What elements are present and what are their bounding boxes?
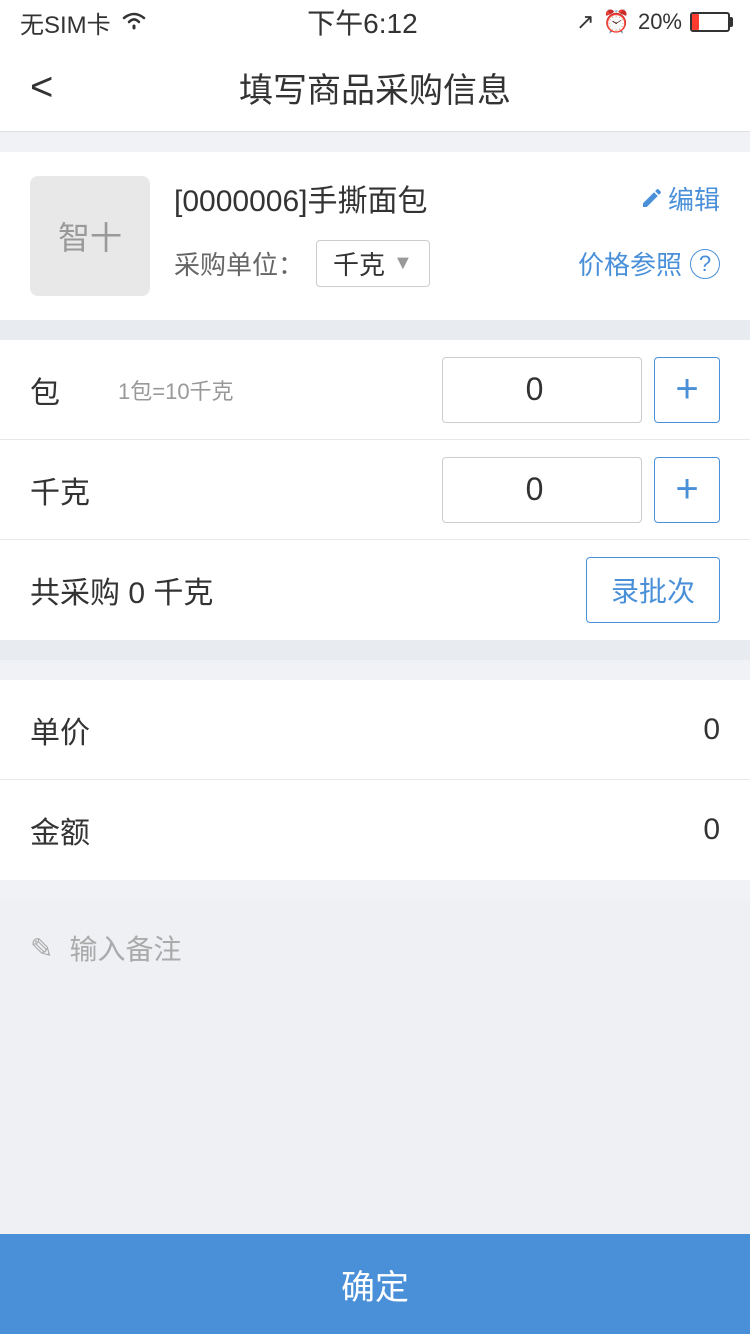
bag-sublabel: 1包=10千克 [118,374,234,406]
unit-price-label: 单价 [30,708,90,752]
summary-row: 共采购 0 千克 录批次 [0,540,750,640]
wifi-icon [119,8,149,37]
bag-input-row: 包 1包=10千克 + [0,340,750,440]
bag-input-wrapper: + [234,357,720,423]
edit-button[interactable]: 编辑 [640,180,720,217]
price-ref-button[interactable]: 价格参照 ? [578,245,720,282]
bag-plus-button[interactable]: + [654,357,720,423]
kg-input[interactable] [442,457,642,523]
product-name: [0000006]手撕面包 [174,176,427,220]
product-info: [0000006]手撕面包 编辑 采购单位： 千克 ▼ [174,176,720,287]
content-filler [0,996,750,1234]
question-icon: ? [690,249,720,279]
confirm-button[interactable]: 确定 [341,1260,409,1309]
amount-row: 金额 0 [0,780,750,880]
bag-label: 包 [30,368,110,412]
section-divider-1 [0,320,750,340]
nav-bar: < 填写商品采购信息 [0,44,750,132]
product-unit-row: 采购单位： 千克 ▼ 价格参照 ? [174,240,720,287]
unit-select[interactable]: 千克 ▼ [316,240,430,287]
note-section[interactable]: ✎ 输入备注 [0,900,750,996]
unit-price-value: 0 [703,713,720,747]
page-title: 填写商品采购信息 [239,63,511,112]
kg-input-wrapper: + [110,457,720,523]
confirm-bar[interactable]: 确定 [0,1234,750,1334]
product-title-row: [0000006]手撕面包 编辑 [174,176,720,220]
bag-input[interactable] [442,357,642,423]
network-label: 无SIM卡 [20,5,111,40]
product-logo: 智十 [58,213,122,259]
kg-plus-button[interactable]: + [654,457,720,523]
product-card: 智十 [0000006]手撕面包 编辑 采购单位： 千克 [0,152,750,320]
kg-input-row: 千克 + [0,440,750,540]
battery-percent: 20% [638,9,682,35]
unit-price-row: 单价 0 [0,680,750,780]
amount-label: 金额 [30,808,90,852]
section-divider-2 [0,640,750,660]
alarm-icon: ⏰ [603,9,630,35]
unit-label: 采购单位： [174,245,304,282]
pencil-icon: ✎ [30,932,53,965]
amount-value: 0 [703,813,720,847]
status-left: 无SIM卡 [20,5,149,40]
back-button[interactable]: < [30,65,53,110]
kg-label: 千克 [30,468,110,512]
input-section: 包 1包=10千克 + 千克 + [0,340,750,540]
status-bar: 无SIM卡 下午6:12 ↗ ⏰ 20% [0,0,750,44]
gps-icon: ↗ [576,9,594,35]
note-placeholder: 输入备注 [69,928,181,968]
product-image: 智十 [30,176,150,296]
batch-button[interactable]: 录批次 [586,557,720,623]
status-right: ↗ ⏰ 20% [576,9,730,35]
status-time: 下午6:12 [307,2,418,42]
summary-text: 共采购 0 千克 [30,568,213,612]
battery-icon [690,12,730,32]
price-section: 单价 0 金额 0 [0,680,750,880]
chevron-down-icon: ▼ [393,252,413,275]
